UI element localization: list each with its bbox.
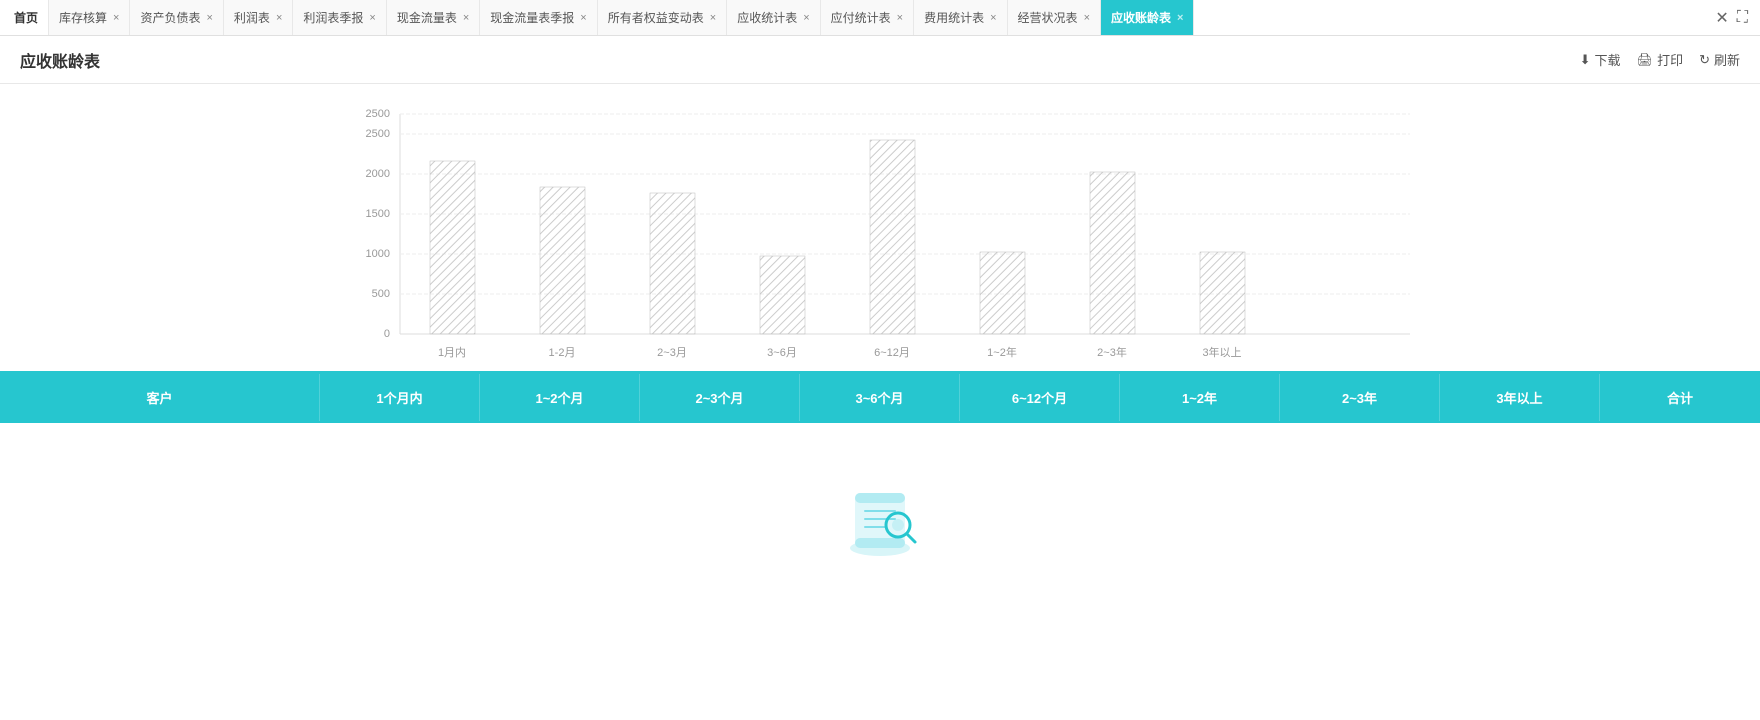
svg-text:1-2月: 1-2月 bbox=[549, 347, 576, 359]
tab-profit-quarterly[interactable]: 利润表季报 × bbox=[293, 0, 386, 36]
download-icon: ⬇ bbox=[1580, 52, 1591, 68]
bar-3-6month bbox=[760, 256, 805, 334]
svg-text:1000: 1000 bbox=[366, 248, 390, 260]
tab-label-balance: 资产负债表 bbox=[140, 9, 200, 26]
download-button[interactable]: ⬇ 下载 bbox=[1580, 50, 1621, 69]
svg-text:3~6月: 3~6月 bbox=[767, 347, 797, 359]
tab-label-profit: 利润表 bbox=[234, 9, 270, 26]
tab-receivable-stat[interactable]: 应收统计表 × bbox=[727, 0, 820, 36]
tab-payable-stat[interactable]: 应付统计表 × bbox=[821, 0, 914, 36]
print-icon: 🖨 bbox=[1637, 52, 1654, 68]
tab-label-equity: 所有者权益变动表 bbox=[608, 9, 704, 26]
svg-text:1~2年: 1~2年 bbox=[987, 345, 1017, 359]
page-header: 应收账龄表 ⬇ 下载 🖨 打印 ↻ 刷新 bbox=[0, 36, 1760, 84]
tab-label-payable-stat: 应付统计表 bbox=[831, 9, 891, 26]
maximize-icon[interactable]: ⛶ bbox=[1737, 9, 1748, 27]
tab-label-cashflow-quarterly: 现金流量表季报 bbox=[490, 9, 574, 26]
bar-2-3month bbox=[650, 193, 695, 334]
tab-profit[interactable]: 利润表 × bbox=[224, 0, 293, 36]
tab-close-payable-stat[interactable]: × bbox=[897, 12, 903, 24]
tab-close-receivable-stat[interactable]: × bbox=[803, 12, 809, 24]
tab-expense-stat[interactable]: 费用统计表 × bbox=[914, 0, 1007, 36]
tab-close-aging[interactable]: × bbox=[1177, 12, 1183, 24]
tab-label-inventory: 库存核算 bbox=[59, 9, 107, 26]
chart-area: 0 500 1000 1500 2000 2500 2500 bbox=[0, 84, 1760, 371]
tab-operation[interactable]: 经营状况表 × bbox=[1008, 0, 1101, 36]
svg-text:2500: 2500 bbox=[366, 128, 390, 140]
svg-text:500: 500 bbox=[372, 288, 390, 300]
bar-6-12month bbox=[870, 140, 915, 334]
svg-text:2~3年: 2~3年 bbox=[1097, 345, 1127, 359]
bar-1-2month bbox=[540, 187, 585, 334]
tab-bar: 首页库存核算×资产负债表×利润表×利润表季报×现金流量表×现金流量表季报×所有者… bbox=[0, 0, 1760, 36]
tab-label-profit-quarterly: 利润表季报 bbox=[303, 9, 363, 26]
bar-3plus-year bbox=[1200, 252, 1245, 334]
svg-text:2000: 2000 bbox=[366, 168, 390, 180]
tab-inventory[interactable]: 库存核算 × bbox=[49, 0, 130, 36]
svg-text:1500: 1500 bbox=[366, 208, 390, 220]
tab-close-balance[interactable]: × bbox=[206, 12, 212, 24]
tab-close-profit-quarterly[interactable]: × bbox=[369, 12, 375, 24]
svg-text:6~12月: 6~12月 bbox=[874, 347, 910, 359]
tab-equity[interactable]: 所有者权益变动表 × bbox=[598, 0, 727, 36]
tab-cashflow-quarterly[interactable]: 现金流量表季报 × bbox=[480, 0, 597, 36]
svg-text:2500: 2500 bbox=[366, 108, 390, 120]
tab-label-home: 首页 bbox=[14, 9, 38, 26]
aging-chart: 0 500 1000 1500 2000 2500 2500 bbox=[40, 104, 1720, 384]
tab-close-expense-stat[interactable]: × bbox=[990, 12, 996, 24]
tab-balance[interactable]: 资产负债表 × bbox=[130, 0, 223, 36]
empty-state bbox=[0, 423, 1760, 720]
tab-home[interactable]: 首页 bbox=[4, 0, 49, 36]
svg-text:1月内: 1月内 bbox=[438, 345, 466, 359]
page-title: 应收账龄表 bbox=[20, 48, 100, 72]
bar-2-3year bbox=[1090, 172, 1135, 334]
bar-1month bbox=[430, 161, 475, 334]
svg-text:2~3月: 2~3月 bbox=[657, 347, 687, 359]
tab-cashflow[interactable]: 现金流量表 × bbox=[387, 0, 480, 36]
tab-close-operation[interactable]: × bbox=[1084, 12, 1090, 24]
svg-text:0: 0 bbox=[384, 328, 390, 340]
tab-close-cashflow-quarterly[interactable]: × bbox=[580, 12, 586, 24]
tab-close-cashflow[interactable]: × bbox=[463, 12, 469, 24]
tab-close-profit[interactable]: × bbox=[276, 12, 282, 24]
refresh-icon: ↻ bbox=[1699, 52, 1710, 68]
tab-label-cashflow: 现金流量表 bbox=[397, 9, 457, 26]
tab-label-receivable-stat: 应收统计表 bbox=[737, 9, 797, 26]
empty-icon bbox=[830, 463, 930, 563]
svg-text:3年以上: 3年以上 bbox=[1202, 345, 1241, 359]
tab-label-aging: 应收账龄表 bbox=[1111, 9, 1171, 26]
bar-1-2year bbox=[980, 252, 1025, 334]
tab-label-operation: 经营状况表 bbox=[1018, 9, 1078, 26]
tab-close-equity[interactable]: × bbox=[710, 12, 716, 24]
minimize-icon[interactable]: ✕ bbox=[1715, 8, 1728, 28]
tab-close-inventory[interactable]: × bbox=[113, 12, 119, 24]
page-actions: ⬇ 下载 🖨 打印 ↻ 刷新 bbox=[1580, 50, 1740, 69]
tab-label-expense-stat: 费用统计表 bbox=[924, 9, 984, 26]
print-button[interactable]: 🖨 打印 bbox=[1637, 50, 1684, 69]
chart-container: 0 500 1000 1500 2000 2500 2500 bbox=[40, 104, 1720, 384]
tab-aging[interactable]: 应收账龄表 × bbox=[1101, 0, 1194, 36]
window-actions: ✕ ⛶ bbox=[1707, 8, 1756, 28]
refresh-button[interactable]: ↻ 刷新 bbox=[1699, 50, 1740, 69]
tab-list: 首页库存核算×资产负债表×利润表×利润表季报×现金流量表×现金流量表季报×所有者… bbox=[4, 0, 1707, 36]
main-content: 0 500 1000 1500 2000 2500 2500 bbox=[0, 84, 1760, 720]
